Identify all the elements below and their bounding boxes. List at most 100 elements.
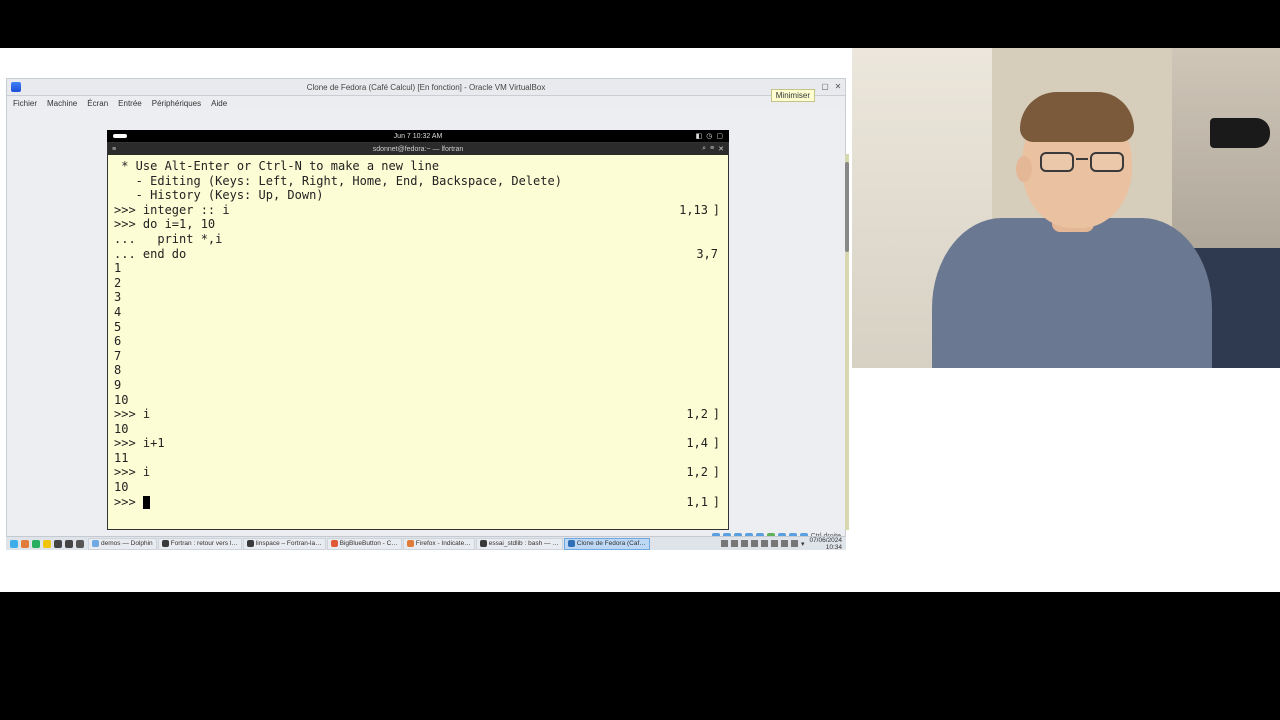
vb-window-title: Clone de Fedora (Café Calcul) [En foncti… <box>307 83 546 92</box>
kde-tray-bluetooth-icon[interactable] <box>751 540 758 547</box>
terminal-bracket: ] <box>713 203 720 218</box>
vb-close-button[interactable]: ✕ <box>833 82 843 92</box>
terminal-bracket: ] <box>713 407 720 422</box>
kde-tray-chevron-icon[interactable]: ▾ <box>801 540 805 548</box>
kde-files-icon[interactable] <box>32 540 40 548</box>
vm-display-area: Jun 7 10:32 AM ◧ ◷ ▢ ≡ sdonnet@fedora:~ … <box>6 110 846 530</box>
kde-task-item[interactable]: essai_stdlib : bash — … <box>476 538 563 550</box>
terminal-line: - Editing (Keys: Left, Right, Home, End,… <box>114 174 722 189</box>
terminal-cursor <box>143 496 150 509</box>
terminal-scrollbar-thumb[interactable] <box>845 162 849 252</box>
kde-clock-date: 07/06/2024 <box>809 537 842 544</box>
gnome-top-bar[interactable]: Jun 7 10:32 AM ◧ ◷ ▢ <box>107 130 729 142</box>
kde-task-label: linspace – Fortran-la… <box>256 540 322 547</box>
kde-terminal-icon[interactable] <box>43 540 51 548</box>
terminal-right-indicator: 1,4 <box>686 436 708 451</box>
kde-task-label: Firefox - Indicate… <box>416 540 471 547</box>
kde-clock[interactable]: 07/06/2024 10:34 <box>807 537 842 551</box>
letterbox-bottom <box>0 592 1280 720</box>
kde-tray-updates-icon[interactable] <box>781 540 788 547</box>
vb-tooltip-minimiser: Minimiser <box>771 89 815 102</box>
kde-task-item[interactable]: linspace – Fortran-la… <box>243 538 326 550</box>
terminal-right-indicator: 1,13 <box>679 203 708 218</box>
vb-menu-fichier[interactable]: Fichier <box>9 99 41 108</box>
gnome-volume-icon[interactable]: ◷ <box>706 132 712 140</box>
kde-task-label: essai_stdlib : bash — … <box>489 540 559 547</box>
vb-menu-machine[interactable]: Machine <box>43 99 81 108</box>
terminal-scrollbar[interactable] <box>845 154 849 530</box>
terminal-bracket: ] <box>713 436 720 451</box>
terminal-window[interactable]: ≡ sdonnet@fedora:~ — lfortran ⌕ ≡ ✕ * Us… <box>107 142 729 530</box>
kde-tray-volume-icon[interactable] <box>731 540 738 547</box>
kde-panel[interactable]: demos — Dolphin Fortran : retour vers l… l… <box>6 536 846 550</box>
kde-start-icon[interactable] <box>10 540 18 548</box>
kde-task-item[interactable]: Clone de Fedora (Caf… <box>564 538 650 550</box>
gnome-network-icon[interactable]: ◧ <box>696 132 703 140</box>
terminal-line: 1 <box>114 261 722 276</box>
terminal-search-icon[interactable]: ⌕ <box>702 145 706 153</box>
kde-separator-icon <box>76 540 84 548</box>
terminal-body[interactable]: * Use Alt-Enter or Ctrl-N to make a new … <box>108 155 728 529</box>
letterbox-top <box>0 0 1280 48</box>
kde-system-tray: ▾ 07/06/2024 10:34 <box>717 537 846 551</box>
kde-task-app-icon <box>480 540 487 547</box>
terminal-line: 11 <box>114 451 722 466</box>
terminal-line: 10 <box>114 480 722 495</box>
kde-task-app-icon <box>331 540 338 547</box>
presenter-person <box>922 88 1222 368</box>
webcam-feed <box>852 48 1280 368</box>
kde-task-item[interactable]: Firefox - Indicate… <box>403 538 475 550</box>
vb-menu-entree[interactable]: Entrée <box>114 99 146 108</box>
vb-maximize-button[interactable]: ▢ <box>820 82 830 92</box>
kde-task-app-icon <box>568 540 575 547</box>
kde-tray-battery-icon[interactable] <box>761 540 768 547</box>
kde-task-label: demos — Dolphin <box>101 540 153 547</box>
vb-menu-ecran[interactable]: Écran <box>83 99 112 108</box>
terminal-line: 2 <box>114 276 722 291</box>
gnome-power-icon[interactable]: ▢ <box>716 132 723 140</box>
kde-tray-network-icon[interactable] <box>741 540 748 547</box>
kde-tray-notifications-icon[interactable] <box>791 540 798 547</box>
terminal-line: 10 <box>114 393 722 408</box>
terminal-line: ... end do3,7 <box>114 247 722 262</box>
vb-menu-aide[interactable]: Aide <box>207 99 231 108</box>
terminal-right-indicator: 1,2 <box>686 465 708 480</box>
gnome-system-tray[interactable]: ◧ ◷ ▢ <box>696 132 723 140</box>
kde-tray-keyboard-icon[interactable] <box>771 540 778 547</box>
terminal-menu-icon[interactable]: ≡ <box>710 145 714 153</box>
vb-titlebar[interactable]: Clone de Fedora (Café Calcul) [En foncti… <box>6 78 846 96</box>
terminal-titlebar[interactable]: ≡ sdonnet@fedora:~ — lfortran ⌕ ≡ ✕ <box>108 143 728 155</box>
terminal-line: 9 <box>114 378 722 393</box>
kde-firefox-icon[interactable] <box>21 540 29 548</box>
kde-settings-icon[interactable] <box>54 540 62 548</box>
terminal-line: - History (Keys: Up, Down) <box>114 188 722 203</box>
kde-editor-icon[interactable] <box>65 540 73 548</box>
kde-task-item[interactable]: BigBlueButton - C… <box>327 538 402 550</box>
terminal-line: 3 <box>114 290 722 305</box>
kde-task-item[interactable]: Fortran : retour vers l… <box>158 538 242 550</box>
gnome-clock[interactable]: Jun 7 10:32 AM <box>394 133 443 140</box>
terminal-line: * Use Alt-Enter or Ctrl-N to make a new … <box>114 159 722 174</box>
kde-task-app-icon <box>407 540 414 547</box>
kde-task-app-icon <box>247 540 254 547</box>
terminal-close-icon[interactable]: ✕ <box>718 145 724 153</box>
kde-task-app-icon <box>92 540 99 547</box>
kde-launchers <box>6 540 88 548</box>
vb-menu-periph[interactable]: Périphériques <box>148 99 205 108</box>
terminal-line: 5 <box>114 320 722 335</box>
terminal-right-indicator: 3,7 <box>696 247 718 262</box>
kde-task-item[interactable]: demos — Dolphin <box>88 538 157 550</box>
terminal-line: 4 <box>114 305 722 320</box>
terminal-hamburger-icon[interactable]: ≡ <box>112 146 116 153</box>
terminal-line: 6 <box>114 334 722 349</box>
kde-tray-clipboard-icon[interactable] <box>721 540 728 547</box>
kde-task-app-icon <box>162 540 169 547</box>
vb-menubar: Fichier Machine Écran Entrée Périphériqu… <box>6 96 846 110</box>
terminal-line: >>> do i=1, 10 <box>114 217 722 232</box>
kde-task-label: Fortran : retour vers l… <box>171 540 238 547</box>
terminal-bracket: ] <box>713 465 720 480</box>
kde-task-label: BigBlueButton - C… <box>340 540 398 547</box>
gnome-activities-icon[interactable] <box>113 134 127 138</box>
terminal-right-indicator: 1,1 <box>686 495 708 510</box>
terminal-line: >>> 1,1] <box>114 495 722 510</box>
